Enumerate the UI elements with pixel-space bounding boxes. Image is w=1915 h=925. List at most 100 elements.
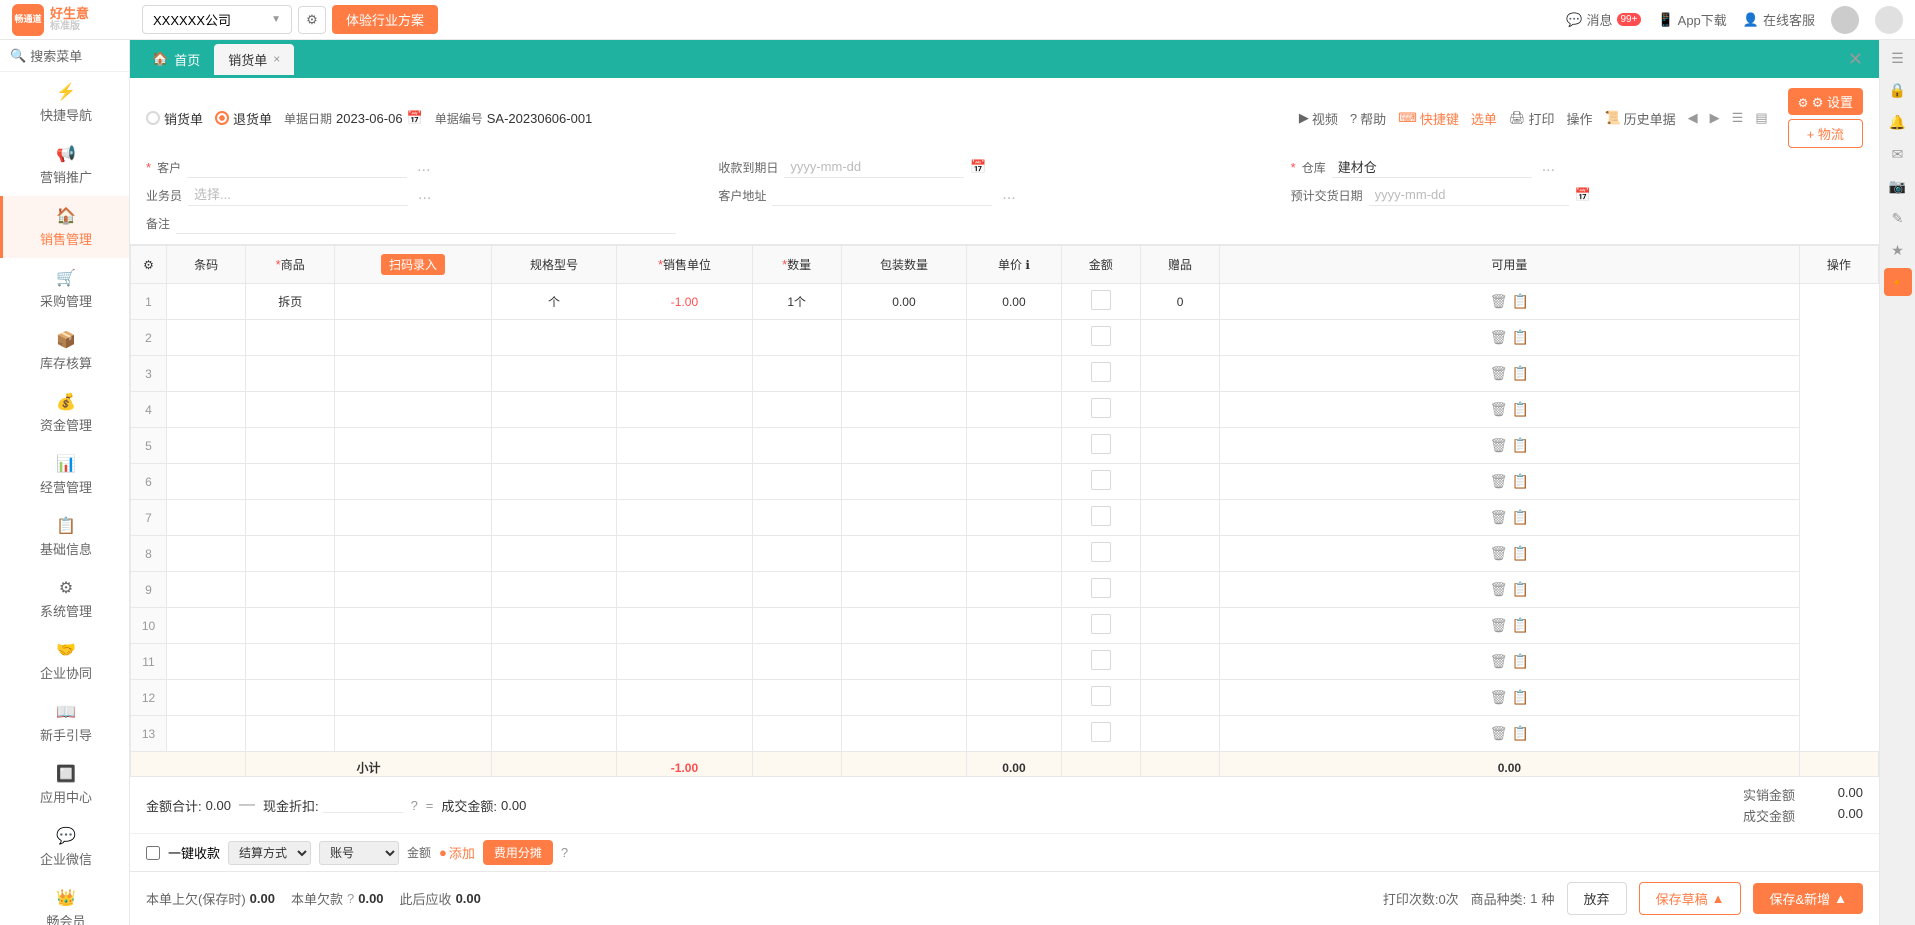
tab-sales-order[interactable]: 销货单 × <box>214 44 294 75</box>
sidebar-item-inventory[interactable]: 📦 库存核算 <box>0 320 129 382</box>
row-12-gift-checkbox[interactable] <box>1091 686 1111 706</box>
right-panel-btn-4[interactable]: ✉ <box>1884 140 1912 168</box>
row-6-copy-button[interactable]: 📋 <box>1512 473 1529 490</box>
video-link[interactable]: ▶ 视频 <box>1299 109 1338 128</box>
salesman-input[interactable] <box>188 184 408 206</box>
save-draft-button[interactable]: 保存草稿 ▲ <box>1639 882 1742 915</box>
row-9-gift-checkbox[interactable] <box>1091 578 1111 598</box>
print-link[interactable]: 🖨 打印 <box>1509 109 1555 128</box>
tab-home[interactable]: 🏠 首页 <box>138 44 214 75</box>
row-1-unit[interactable]: 个 <box>491 284 617 320</box>
save-new-button[interactable]: 保存&新增 ▲ <box>1753 883 1863 914</box>
cash-discount-input[interactable] <box>323 797 403 813</box>
history-link[interactable]: 📜 历史单据 <box>1604 109 1675 128</box>
row-1-product[interactable]: 拆页 <box>246 284 335 320</box>
message-button[interactable]: 💬 消息 99+ <box>1566 10 1641 29</box>
row-8-delete-button[interactable]: 🗑 <box>1490 545 1508 562</box>
due-date-input[interactable] <box>784 156 964 178</box>
discard-button[interactable]: 放弃 <box>1567 882 1627 915</box>
company-selector[interactable]: XXXXXX公司 ▼ <box>142 5 292 34</box>
row-11-copy-button[interactable]: 📋 <box>1512 653 1529 670</box>
shortcut-link[interactable]: ⌨ 快捷键 <box>1398 109 1459 128</box>
online-service-button[interactable]: 👤 在线客服 <box>1743 10 1815 29</box>
row-13-copy-button[interactable]: 📋 <box>1512 725 1529 742</box>
grid-view-icon[interactable]: ☰ <box>1732 110 1744 126</box>
sidebar-item-wechat[interactable]: 💬 企业微信 <box>0 816 129 878</box>
right-panel-btn-7[interactable]: ★ <box>1884 236 1912 264</box>
row-12-copy-button[interactable]: 📋 <box>1512 689 1529 706</box>
sidebar-item-finance[interactable]: 💰 资金管理 <box>0 382 129 444</box>
tab-close-icon[interactable]: × <box>273 52 280 66</box>
sidebar-item-operations[interactable]: 📊 经营管理 <box>0 444 129 506</box>
search-menu-button[interactable]: 🔍 搜索菜单 <box>0 40 129 72</box>
row-13-delete-button[interactable]: 🗑 <box>1490 725 1508 742</box>
row-1-delete-button[interactable]: 🗑 <box>1490 293 1508 310</box>
row-11-gift-checkbox[interactable] <box>1091 650 1111 670</box>
row-8-gift-checkbox[interactable] <box>1091 542 1111 562</box>
row-1-copy-button[interactable]: 📋 <box>1512 293 1529 310</box>
account-select[interactable]: 账号 <box>319 841 399 865</box>
row-10-gift-checkbox[interactable] <box>1091 614 1111 634</box>
warehouse-input[interactable] <box>1332 156 1532 178</box>
right-panel-btn-2[interactable]: 🔒 <box>1884 76 1912 104</box>
delivery-date-calendar-icon[interactable]: 📅 <box>1575 187 1591 203</box>
nav-next-icon[interactable]: ▶ <box>1710 110 1720 126</box>
add-payment-button[interactable]: ● 添加 <box>439 843 475 862</box>
settle-method-select[interactable]: 结算方式 <box>228 841 311 865</box>
help-link[interactable]: ? 帮助 <box>1350 109 1386 128</box>
row-13-gift-checkbox[interactable] <box>1091 722 1111 742</box>
scan-button[interactable]: 扫码录入 <box>381 254 445 275</box>
row-4-copy-button[interactable]: 📋 <box>1512 401 1529 418</box>
sidebar-item-member[interactable]: 👑 畅会员 <box>0 878 129 925</box>
row-3-copy-button[interactable]: 📋 <box>1512 365 1529 382</box>
sidebar-item-marketing[interactable]: 📢 营销推广 <box>0 134 129 196</box>
customer-input[interactable] <box>187 156 407 178</box>
row-1-qty[interactable]: -1.00 <box>617 284 752 320</box>
row-9-delete-button[interactable]: 🗑 <box>1490 581 1508 598</box>
right-panel-btn-8[interactable]: 🔸 <box>1884 268 1912 296</box>
row-1-gift[interactable] <box>1061 284 1140 320</box>
row-5-delete-button[interactable]: 🗑 <box>1490 437 1508 454</box>
sidebar-item-quick-nav[interactable]: ⚡ 快捷导航 <box>0 72 129 134</box>
sidebar-item-sales[interactable]: 🏠 销售管理 <box>0 196 129 258</box>
row-1-gift-checkbox[interactable] <box>1091 290 1111 310</box>
row-12-delete-button[interactable]: 🗑 <box>1490 689 1508 706</box>
remark-input[interactable] <box>176 212 676 234</box>
addr-more-icon[interactable]: ... <box>1002 186 1015 204</box>
sidebar-item-collab[interactable]: 🤝 企业协同 <box>0 630 129 692</box>
calendar-icon[interactable]: 📅 <box>407 110 423 126</box>
row-9-copy-button[interactable]: 📋 <box>1512 581 1529 598</box>
row-1-pack-qty[interactable]: 1个 <box>752 284 841 320</box>
row-7-delete-button[interactable]: 🗑 <box>1490 509 1508 526</box>
sidebar-item-base[interactable]: 📋 基础信息 <box>0 506 129 568</box>
right-panel-btn-5[interactable]: 📷 <box>1884 172 1912 200</box>
avatar-2[interactable] <box>1875 6 1903 34</box>
row-5-gift-checkbox[interactable] <box>1091 434 1111 454</box>
row-4-delete-button[interactable]: 🗑 <box>1490 401 1508 418</box>
row-7-copy-button[interactable]: 📋 <box>1512 509 1529 526</box>
settings-button[interactable]: ⚙ ⚙ 设置 <box>1788 88 1863 115</box>
customer-more-icon[interactable]: ... <box>417 158 430 176</box>
logistics-button[interactable]: + 物流 <box>1788 119 1863 148</box>
row-7-gift-checkbox[interactable] <box>1091 506 1111 526</box>
row-10-delete-button[interactable]: 🗑 <box>1490 617 1508 634</box>
row-3-gift-checkbox[interactable] <box>1091 362 1111 382</box>
row-6-delete-button[interactable]: 🗑 <box>1490 473 1508 490</box>
row-1-amount[interactable]: 0.00 <box>967 284 1061 320</box>
right-panel-btn-3[interactable]: 🔔 <box>1884 108 1912 136</box>
sidebar-item-system[interactable]: ⚙ 系统管理 <box>0 568 129 630</box>
settings-gear-button[interactable]: ⚙ <box>298 6 326 34</box>
row-1-barcode[interactable] <box>167 284 246 320</box>
trial-button[interactable]: 体验行业方案 <box>332 5 438 34</box>
row-8-copy-button[interactable]: 📋 <box>1512 545 1529 562</box>
operate-link[interactable]: 操作 <box>1566 109 1592 128</box>
row-2-gift-checkbox[interactable] <box>1091 326 1111 346</box>
row-2-copy-button[interactable]: 📋 <box>1512 329 1529 346</box>
row-6-gift-checkbox[interactable] <box>1091 470 1111 490</box>
sidebar-item-guide[interactable]: 📖 新手引导 <box>0 692 129 754</box>
right-panel-btn-1[interactable]: ☰ <box>1884 44 1912 72</box>
row-2-delete-button[interactable]: 🗑 <box>1490 329 1508 346</box>
row-1-price[interactable]: 0.00 <box>841 284 967 320</box>
radio-sales-order[interactable]: 销货单 <box>146 109 203 128</box>
row-3-delete-button[interactable]: 🗑 <box>1490 365 1508 382</box>
